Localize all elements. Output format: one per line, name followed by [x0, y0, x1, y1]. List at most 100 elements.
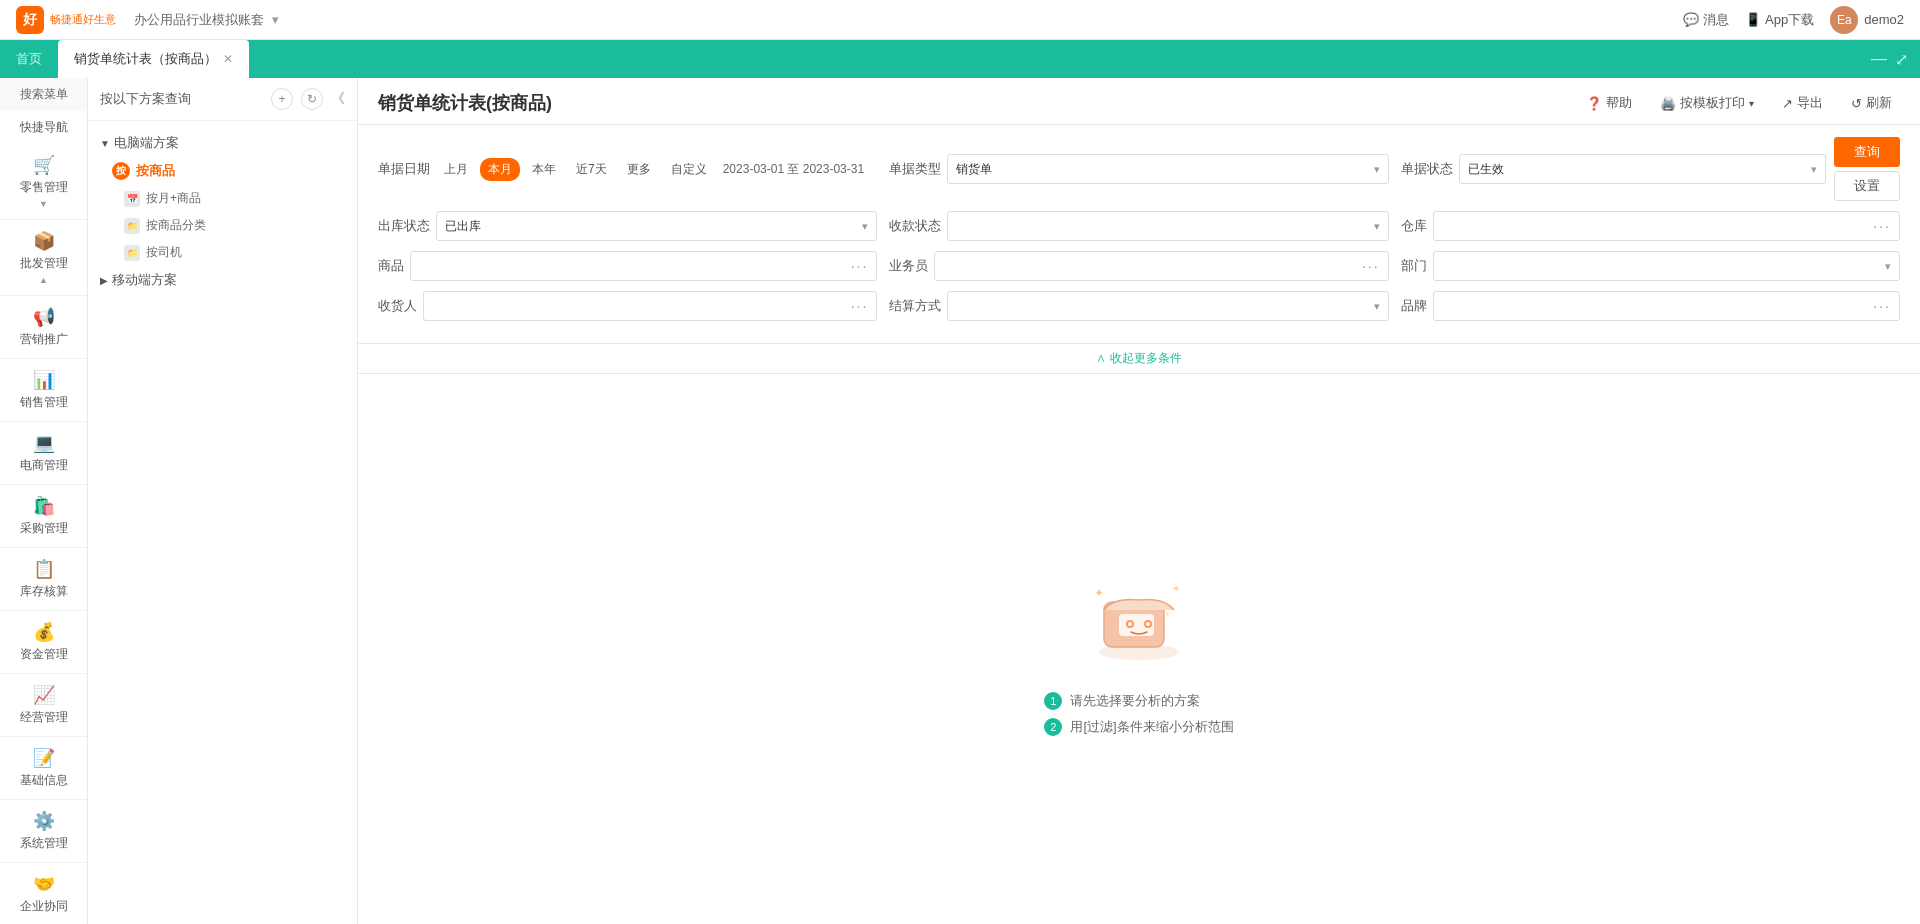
finance-icon: 💰 — [33, 621, 55, 643]
brand-control[interactable]: ··· — [1433, 291, 1900, 321]
sidebar-item-inventory-label: 库存核算 — [20, 583, 68, 600]
sidebar-item-basic[interactable]: 📝 基础信息 — [0, 737, 87, 800]
sidebar-item-ecommerce[interactable]: 💻 电商管理 — [0, 422, 87, 485]
tree-item-by-category[interactable]: 📁 按商品分类 — [88, 212, 357, 239]
quick-nav[interactable]: 快捷导航 — [0, 111, 87, 144]
help-icon: ❓ — [1586, 96, 1602, 111]
by-category-label: 按商品分类 — [146, 217, 206, 234]
logo-icon: 好 — [16, 6, 44, 34]
download-btn[interactable]: 📱 App下载 — [1745, 11, 1814, 29]
by-customer-icon: 📁 — [124, 245, 140, 261]
sidebar-item-purchase[interactable]: 🛍️ 采购管理 — [0, 485, 87, 548]
out-status-control[interactable]: 已出库 ▾ — [436, 211, 877, 241]
export-btn[interactable]: ↗ 导出 — [1774, 90, 1831, 116]
svg-text:✦: ✦ — [1164, 610, 1171, 619]
sidebar-item-operations[interactable]: 📈 经营管理 — [0, 674, 87, 737]
sidebar-item-wholesale[interactable]: 📦 批发管理 ▲ — [0, 220, 87, 296]
main-layout: 搜索菜单 快捷导航 🛒 零售管理 ▼ 📦 批发管理 ▲ 📢 营销推广 📊 销售管… — [0, 78, 1920, 924]
date-tab-this-month[interactable]: 本月 — [480, 158, 520, 181]
by-customer-label: 按司机 — [146, 244, 182, 261]
query-button[interactable]: 查询 — [1834, 137, 1900, 167]
sidebar-item-enterprise[interactable]: 🤝 企业协同 — [0, 863, 87, 924]
mobile-group-label[interactable]: ▶ 移动端方案 — [88, 266, 357, 294]
out-status-label: 出库状态 — [378, 217, 430, 235]
svg-text:✦: ✦ — [1094, 586, 1104, 600]
user-name: demo2 — [1864, 12, 1904, 27]
left-panel-title: 按以下方案查询 — [100, 90, 191, 108]
refresh-scheme-btn[interactable]: ↻ — [301, 88, 323, 110]
refresh-icon: ↺ — [1851, 96, 1862, 111]
date-tab-this-year[interactable]: 本年 — [524, 158, 564, 181]
date-tab-last-month[interactable]: 上月 — [436, 158, 476, 181]
tab-home[interactable]: 首页 — [0, 40, 58, 78]
brand-dots: ··· — [1873, 298, 1891, 314]
tab-minimize-icon[interactable]: — — [1871, 50, 1887, 68]
svg-point-6 — [1146, 622, 1150, 626]
step1-text: 请先选择要分析的方案 — [1070, 692, 1200, 710]
user-area[interactable]: Ea demo2 — [1830, 6, 1904, 34]
app-title: 办公用品行业模拟账套 — [134, 11, 264, 29]
export-icon: ↗ — [1782, 96, 1793, 111]
svg-text:✦: ✦ — [1172, 583, 1180, 594]
tree-item-by-product[interactable]: 按 按商品 — [88, 157, 357, 185]
print-btn[interactable]: 🖨️ 按模板打印 ▾ — [1652, 90, 1762, 116]
step2-num: 2 — [1044, 718, 1062, 736]
sidebar-item-enterprise-label: 企业协同 — [20, 898, 68, 915]
collapse-left-panel-btn[interactable]: 《 — [331, 90, 345, 108]
tab-close-icon[interactable]: ✕ — [223, 52, 233, 66]
add-scheme-btn[interactable]: + — [271, 88, 293, 110]
sidebar-item-system[interactable]: ⚙️ 系统管理 — [0, 800, 87, 863]
doc-type-control[interactable]: 销货单 ▾ — [947, 154, 1388, 184]
export-label: 导出 — [1797, 94, 1823, 112]
sidebar-item-purchase-label: 采购管理 — [20, 520, 68, 537]
date-tab-more[interactable]: 更多 — [619, 158, 659, 181]
tree-item-by-customer[interactable]: 📁 按司机 — [88, 239, 357, 266]
desktop-group-label[interactable]: ▼ 电脑端方案 — [88, 129, 357, 157]
step2-text: 用[过滤]条件来缩小分析范围 — [1070, 718, 1233, 736]
tab-maximize-icon[interactable]: ⤢ — [1895, 50, 1908, 69]
sidebar-item-retail[interactable]: 🛒 零售管理 ▼ — [0, 144, 87, 220]
system-icon: ⚙️ — [33, 810, 55, 832]
app-title-dropdown[interactable]: ▾ — [272, 12, 279, 27]
by-product-icon: 按 — [112, 162, 130, 180]
help-btn[interactable]: ❓ 帮助 — [1578, 90, 1640, 116]
left-panel-actions: + ↻ 《 — [271, 88, 345, 110]
sidebar-item-marketing-label: 营销推广 — [20, 331, 68, 348]
sidebar-item-sales-label: 销售管理 — [20, 394, 68, 411]
doc-status-control[interactable]: 已生效 ▾ — [1459, 154, 1826, 184]
payment-status-control[interactable]: ▾ — [947, 211, 1388, 241]
employee-control[interactable]: ··· — [934, 251, 1388, 281]
messages-btn[interactable]: 💬 消息 — [1683, 11, 1729, 29]
sidebar-item-inventory[interactable]: 📋 库存核算 — [0, 548, 87, 611]
by-month-product-label: 按月+商品 — [146, 190, 201, 207]
help-label: 帮助 — [1606, 94, 1632, 112]
sidebar-item-finance[interactable]: 💰 资金管理 — [0, 611, 87, 674]
out-status-arrow: ▾ — [862, 220, 868, 233]
date-tab-7days[interactable]: 近7天 — [568, 158, 615, 181]
page-title: 销货单统计表(按商品) — [378, 91, 552, 115]
settlement-control[interactable]: ▾ — [947, 291, 1388, 321]
sidebar-item-sales[interactable]: 📊 销售管理 — [0, 359, 87, 422]
warehouse-control[interactable]: ··· — [1433, 211, 1900, 241]
payment-status-arrow: ▾ — [1374, 220, 1380, 233]
date-tab-custom[interactable]: 自定义 — [663, 158, 715, 181]
collapse-bar[interactable]: ∧ 收起更多条件 — [358, 344, 1920, 374]
doc-status-arrow: ▾ — [1811, 163, 1817, 176]
recipient-control[interactable]: ··· — [423, 291, 877, 321]
dept-arrow: ▾ — [1885, 260, 1891, 273]
dept-control[interactable]: ▾ — [1433, 251, 1900, 281]
search-menu[interactable]: 搜索菜单 — [0, 78, 87, 111]
refresh-btn[interactable]: ↺ 刷新 — [1843, 90, 1900, 116]
left-panel-header: 按以下方案查询 + ↻ 《 — [88, 78, 357, 121]
tab-report[interactable]: 销货单统计表（按商品） ✕ — [58, 40, 249, 78]
mobile-group: ▶ 移动端方案 — [88, 266, 357, 294]
tree-item-by-month-product[interactable]: 📅 按月+商品 — [88, 185, 357, 212]
settlement-label: 结算方式 — [889, 297, 941, 315]
sidebar-item-marketing[interactable]: 📢 营销推广 — [0, 296, 87, 359]
by-product-label: 按商品 — [136, 162, 175, 180]
sidebar-item-basic-label: 基础信息 — [20, 772, 68, 789]
product-control[interactable]: ··· — [410, 251, 877, 281]
dept-label: 部门 — [1401, 257, 1427, 275]
settings-button[interactable]: 设置 — [1834, 171, 1900, 201]
filter-doc-status: 单据状态 已生效 ▾ — [1401, 154, 1826, 184]
